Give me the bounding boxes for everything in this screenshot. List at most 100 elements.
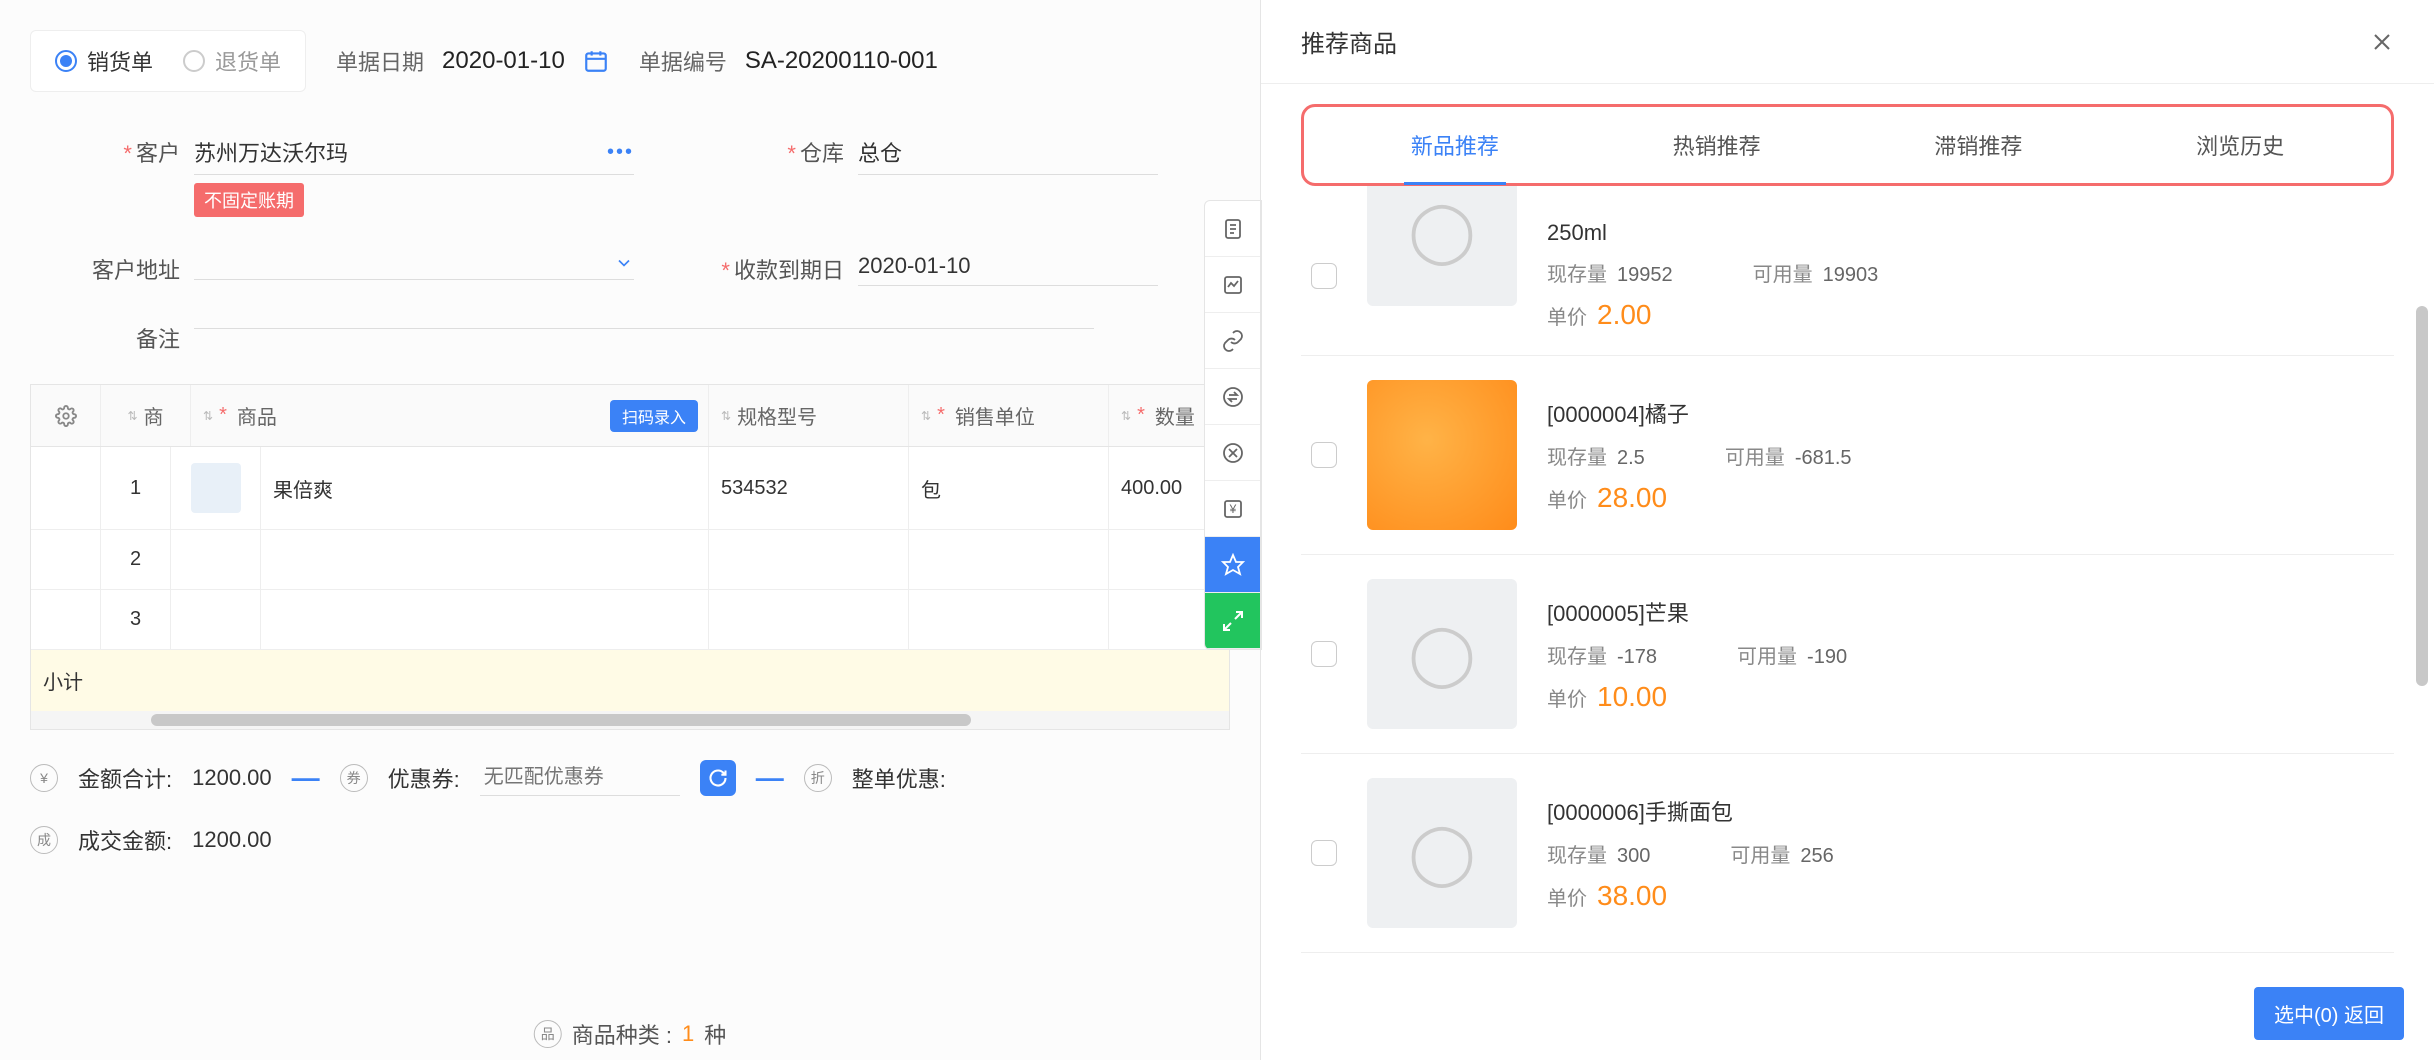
stock-value: -178 <box>1617 646 1657 668</box>
item-checkbox[interactable] <box>1311 641 1337 667</box>
summary-label: 商品种类 : <box>572 1018 672 1050</box>
col-header-product[interactable]: ⇅*商品 扫码录入 <box>191 385 709 446</box>
tool-chart-icon[interactable] <box>1205 257 1261 313</box>
table-row[interactable]: 1 果倍爽 534532 包 400.00 <box>31 447 1229 530</box>
customer-label: 客户 <box>136 141 180 166</box>
tool-delete-icon[interactable] <box>1205 425 1261 481</box>
cell-spec[interactable]: 534532 <box>709 447 909 529</box>
recommend-tab[interactable]: 滞销推荐 <box>1914 121 2042 169</box>
stock-label: 现存量 <box>1547 646 1607 668</box>
summary-unit: 种 <box>704 1018 726 1050</box>
col-header-unit[interactable]: ⇅*销售单位 <box>909 385 1109 446</box>
recommend-item: ◯ [0000005]芒果 现存量-178 可用量-190 单价10.00 <box>1301 555 2394 754</box>
recommend-tab[interactable]: 新品推荐 <box>1391 121 1519 169</box>
item-checkbox[interactable] <box>1311 263 1337 289</box>
summary-count: 1 <box>682 1021 694 1047</box>
recommend-tab[interactable]: 热销推荐 <box>1653 121 1781 169</box>
doc-no-label: 单据编号 <box>639 45 727 77</box>
customer-value[interactable]: 苏州万达沃尔玛 <box>194 136 348 168</box>
recommend-tab[interactable]: 浏览历史 <box>2176 121 2304 169</box>
avail-label: 可用量 <box>1753 264 1813 286</box>
col-header-spec[interactable]: ⇅规格型号 <box>709 385 909 446</box>
cell-spec[interactable] <box>709 590 909 649</box>
item-name: [0000005]芒果 <box>1547 596 2384 628</box>
amount-total-label: 金额合计: <box>78 762 172 794</box>
recommend-item: [0000004]橘子 现存量2.5 可用量-681.5 单价28.00 <box>1301 356 2394 555</box>
avail-label: 可用量 <box>1725 447 1785 469</box>
stock-label: 现存量 <box>1547 845 1607 867</box>
recommend-item: ◯ 250ml 现存量19952 可用量19903 单价2.00 <box>1301 196 2394 356</box>
tool-note-icon[interactable] <box>1205 201 1261 257</box>
tool-expand-icon[interactable] <box>1205 593 1261 649</box>
chevron-down-icon[interactable] <box>614 253 634 273</box>
refresh-coupon-button[interactable] <box>700 760 736 796</box>
doc-date-value[interactable]: 2020-01-10 <box>442 47 565 75</box>
cell-unit[interactable] <box>909 590 1109 649</box>
stock-value: 2.5 <box>1617 447 1645 469</box>
selected-return-button[interactable]: 选中(0) 返回 <box>2254 987 2404 1040</box>
cell-product[interactable]: 果倍爽 <box>261 447 709 529</box>
minus-icon: — <box>292 762 320 794</box>
side-toolbar: ¥ <box>1204 200 1262 650</box>
tool-exchange-icon[interactable] <box>1205 369 1261 425</box>
warehouse-value[interactable]: 总仓 <box>858 136 902 168</box>
radio-unchecked-icon <box>183 50 205 72</box>
scan-input-button[interactable]: 扫码录入 <box>610 400 698 432</box>
fixed-period-badge: 不固定账期 <box>194 183 304 217</box>
stock-value: 300 <box>1617 845 1650 867</box>
coupon-input[interactable] <box>480 760 680 796</box>
radio-label: 销货单 <box>87 45 153 77</box>
currency-icon: ¥ <box>30 764 58 792</box>
coupon-icon: 券 <box>340 764 368 792</box>
item-checkbox[interactable] <box>1311 840 1337 866</box>
gear-icon[interactable] <box>31 385 101 446</box>
coupon-label: 优惠券: <box>388 762 460 794</box>
radio-checked-icon <box>55 50 77 72</box>
item-checkbox[interactable] <box>1311 442 1337 468</box>
radio-label: 退货单 <box>215 45 281 77</box>
doc-no-value: SA-20200110-001 <box>745 47 938 75</box>
tool-currency-icon[interactable]: ¥ <box>1205 481 1261 537</box>
tool-link-icon[interactable] <box>1205 313 1261 369</box>
cell-product[interactable] <box>261 530 709 589</box>
table-row[interactable]: 2 <box>31 530 1229 590</box>
due-date-value[interactable]: 2020-01-10 <box>858 253 971 279</box>
product-image: ◯ <box>1367 778 1517 928</box>
avail-value: 256 <box>1800 845 1833 867</box>
subtotal-label: 小计 <box>31 650 191 711</box>
product-thumb <box>191 463 241 513</box>
remark-label: 备注 <box>136 327 180 352</box>
amount-total-value: 1200.00 <box>192 765 272 791</box>
cell-unit[interactable] <box>909 530 1109 589</box>
horizontal-scrollbar[interactable] <box>31 711 1229 729</box>
tool-star-icon[interactable] <box>1205 537 1261 593</box>
stock-label: 现存量 <box>1547 264 1607 286</box>
due-date-label: 收款到期日 <box>734 258 844 283</box>
row-index: 2 <box>101 530 171 589</box>
cell-spec[interactable] <box>709 530 909 589</box>
close-icon[interactable] <box>2370 30 2394 54</box>
address-label: 客户地址 <box>92 258 180 283</box>
price-value: 38.00 <box>1597 880 1667 911</box>
price-value: 28.00 <box>1597 482 1667 513</box>
row-index: 1 <box>101 447 171 529</box>
radio-return-order[interactable]: 退货单 <box>183 45 281 77</box>
stock-label: 现存量 <box>1547 447 1607 469</box>
vertical-scrollbar[interactable] <box>2416 306 2428 686</box>
radio-sales-order[interactable]: 销货单 <box>55 45 153 77</box>
price-label: 单价 <box>1547 490 1587 512</box>
price-label: 单价 <box>1547 307 1587 329</box>
deal-amount-value: 1200.00 <box>192 827 272 853</box>
item-name: [0000004]橘子 <box>1547 397 2384 429</box>
discount-label: 整单优惠: <box>852 762 946 794</box>
calendar-icon[interactable] <box>583 48 609 74</box>
cell-product[interactable] <box>261 590 709 649</box>
avail-label: 可用量 <box>1737 646 1797 668</box>
cell-unit[interactable]: 包 <box>909 447 1109 529</box>
col-header-image[interactable]: ⇅商 <box>101 385 191 446</box>
customer-lookup-icon[interactable]: ••• <box>607 141 634 164</box>
doc-date-label: 单据日期 <box>336 45 424 77</box>
avail-value: 19903 <box>1823 264 1879 286</box>
table-row[interactable]: 3 <box>31 590 1229 650</box>
row-index: 3 <box>101 590 171 649</box>
